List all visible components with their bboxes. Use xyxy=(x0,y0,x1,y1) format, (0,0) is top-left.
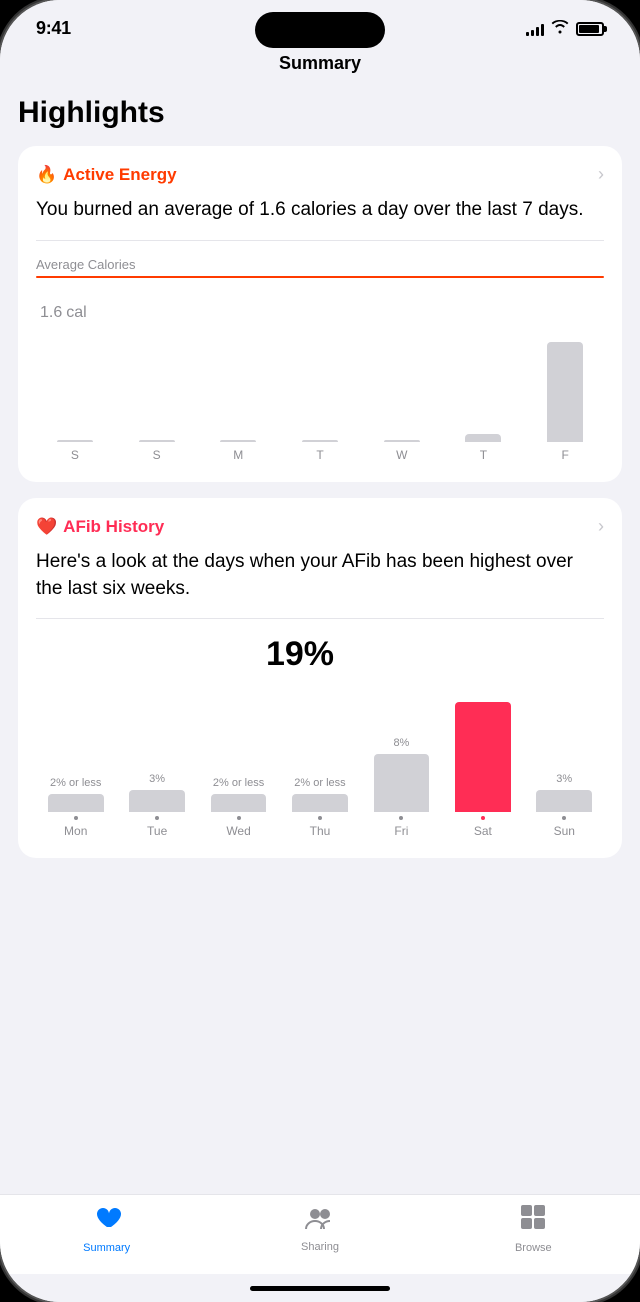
flame-icon: 🔥 xyxy=(36,165,57,185)
screen: 9:41 xyxy=(0,0,640,1302)
chart-label: Average Calories xyxy=(36,257,604,272)
bar-col-3: T xyxy=(281,440,359,462)
tab-summary[interactable]: Summary xyxy=(0,1203,213,1254)
afib-bar-mon: 2% or less Mon xyxy=(36,776,115,838)
active-energy-chevron: › xyxy=(598,164,604,185)
bar-col-5: T xyxy=(445,434,523,462)
avg-line xyxy=(36,276,604,279)
afib-bar-fri: 8% Fri xyxy=(362,736,441,838)
afib-bar-wed: 2% or less Wed xyxy=(199,776,278,838)
afib-bar-sat: Sat xyxy=(443,698,522,838)
bar-col-4: W xyxy=(363,440,441,462)
bar-col-6: F xyxy=(526,342,604,462)
phone-frame: 9:41 xyxy=(0,0,640,1302)
afib-peak-pct: 19% xyxy=(266,635,334,674)
afib-divider xyxy=(36,618,604,619)
tab-sharing[interactable]: Sharing xyxy=(213,1204,426,1253)
active-energy-title: 🔥 Active Energy xyxy=(36,165,177,185)
browse-tab-label: Browse xyxy=(515,1242,552,1254)
afib-bar-tue: 3% Tue xyxy=(117,772,196,838)
status-icons xyxy=(526,20,604,37)
avg-line-container xyxy=(36,276,604,279)
battery-icon xyxy=(576,22,604,36)
chart-value: 1.6cal xyxy=(36,284,604,326)
home-bar xyxy=(250,1286,390,1291)
afib-bars-container: 2% or less Mon 3% Tue xyxy=(36,678,604,838)
bar-col-2: M xyxy=(199,440,277,462)
afib-chevron: › xyxy=(598,516,604,537)
dynamic-island xyxy=(255,12,385,48)
scroll-content[interactable]: Highlights 🔥 Active Energy › You burned … xyxy=(0,88,640,1194)
summary-tab-label: Summary xyxy=(83,1242,130,1254)
bar-col-1: S xyxy=(118,440,196,462)
active-energy-bar-chart: S S M xyxy=(36,342,604,462)
status-bar: 9:41 xyxy=(0,0,640,47)
status-time: 9:41 xyxy=(36,18,71,39)
afib-bar-sun: 3% Sun xyxy=(525,772,604,838)
afib-bar-thu: 2% or less Thu xyxy=(280,776,359,838)
sharing-tab-label: Sharing xyxy=(301,1241,339,1253)
heart-icon: ❤️ xyxy=(36,517,57,537)
afib-history-header: ❤️ AFib History › xyxy=(36,516,604,537)
home-indicator xyxy=(0,1274,640,1302)
wifi-icon xyxy=(551,20,569,37)
afib-title: ❤️ AFib History xyxy=(36,517,164,537)
bar-col-0: S xyxy=(36,440,114,462)
afib-chart-wrapper: 19% 2% or less Mon 3% xyxy=(36,635,604,838)
active-energy-description: You burned an average of 1.6 calories a … xyxy=(36,197,604,224)
active-energy-divider xyxy=(36,240,604,241)
signal-icon xyxy=(526,22,544,36)
tab-bar: Summary Sharing xyxy=(0,1194,640,1274)
nav-title: Summary xyxy=(0,47,640,88)
active-energy-card[interactable]: 🔥 Active Energy › You burned an average … xyxy=(18,146,622,482)
afib-description: Here's a look at the days when your AFib… xyxy=(36,549,604,602)
summary-heart-icon xyxy=(93,1203,121,1238)
sharing-icon xyxy=(305,1204,335,1237)
browse-icon xyxy=(519,1203,547,1238)
active-energy-header: 🔥 Active Energy › xyxy=(36,164,604,185)
highlights-title: Highlights xyxy=(18,96,622,130)
tab-browse[interactable]: Browse xyxy=(427,1203,640,1254)
afib-history-card[interactable]: ❤️ AFib History › Here's a look at the d… xyxy=(18,498,622,858)
